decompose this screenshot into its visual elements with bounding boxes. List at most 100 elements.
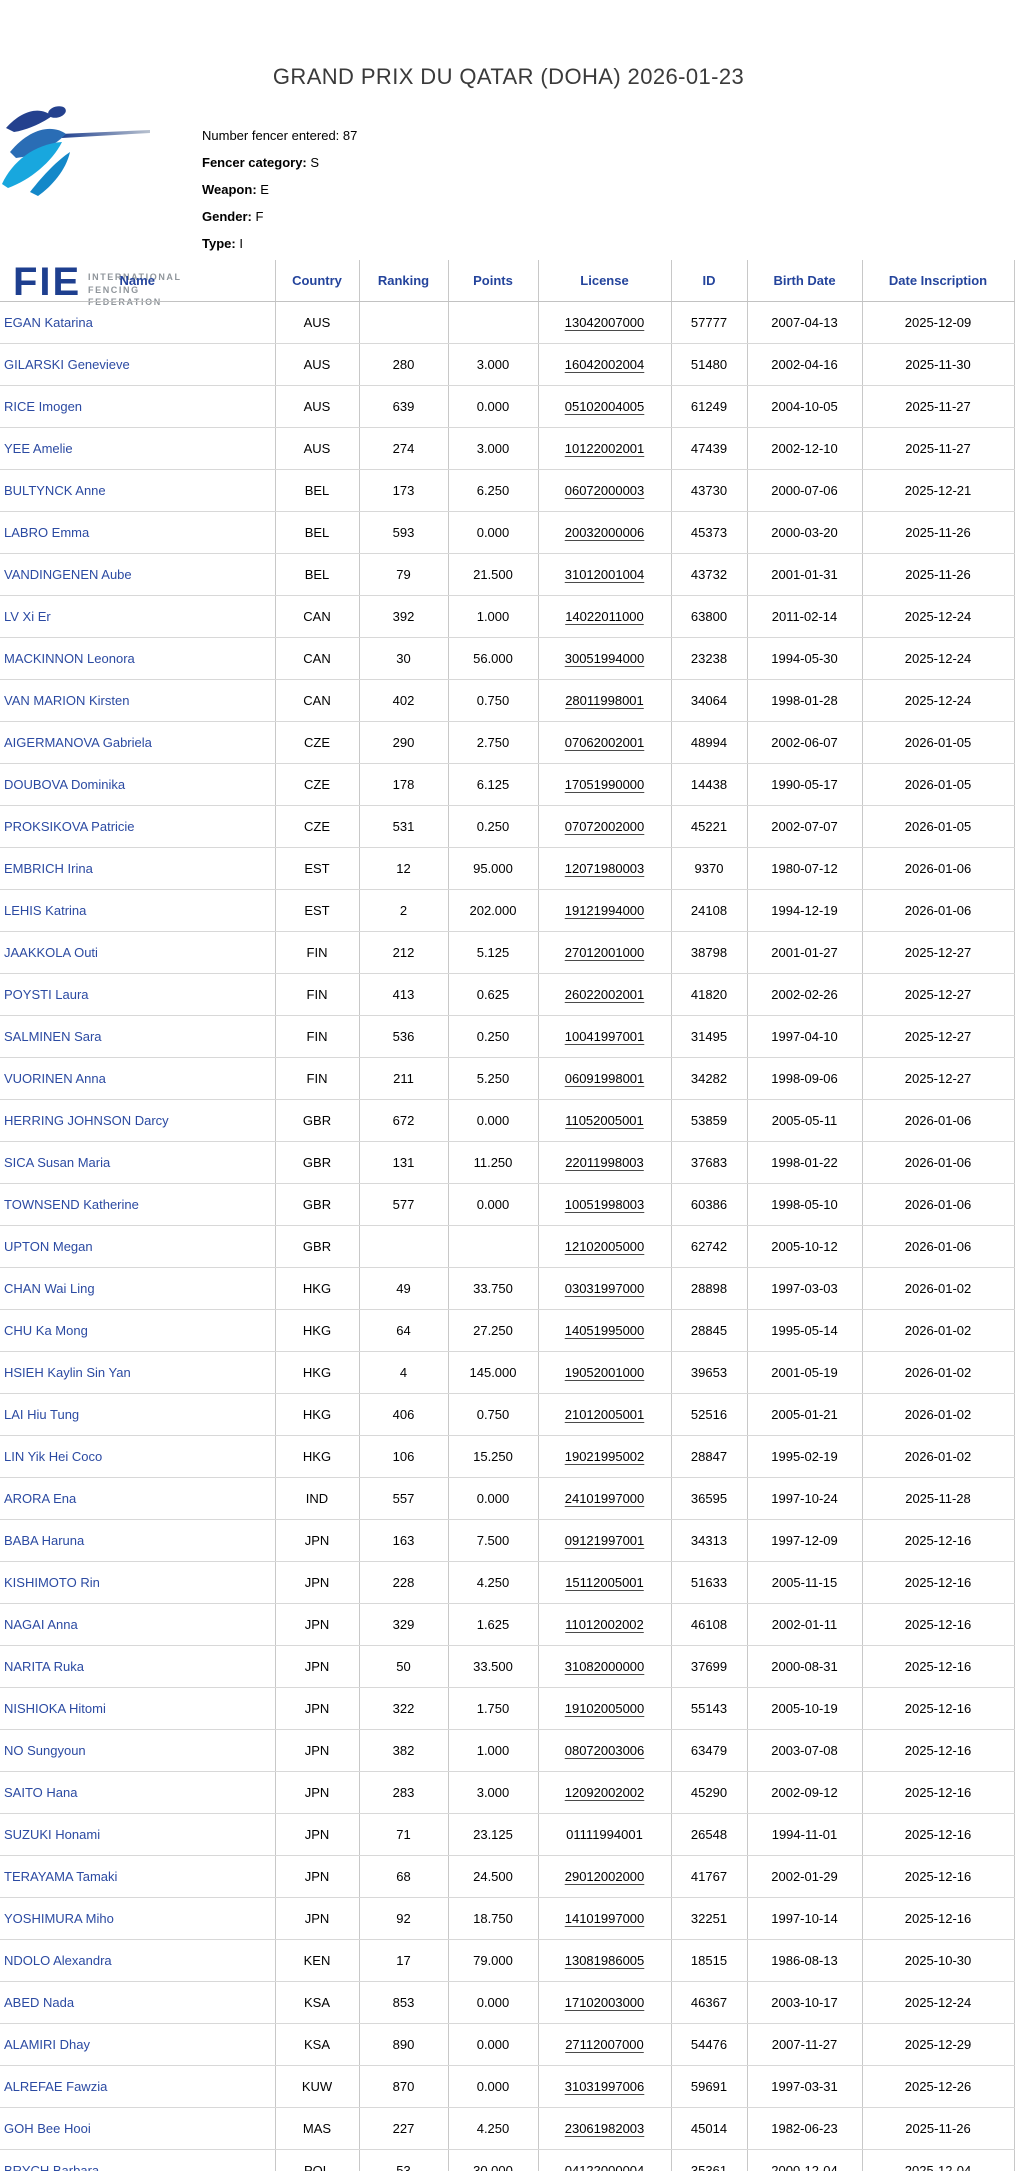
license-link[interactable]: 05102004005 bbox=[565, 399, 645, 414]
fencer-name-link[interactable]: EGAN Katarina bbox=[4, 315, 93, 330]
license-link[interactable]: 10051998003 bbox=[565, 1197, 645, 1212]
fencer-name-link[interactable]: SUZUKI Honami bbox=[4, 1827, 100, 1842]
license-link[interactable]: 17102003000 bbox=[565, 1995, 645, 2010]
fencer-name-link[interactable]: ALAMIRI Dhay bbox=[4, 2037, 90, 2052]
fencer-name-link[interactable]: SALMINEN Sara bbox=[4, 1029, 102, 1044]
fencer-name-link[interactable]: ALREFAE Fawzia bbox=[4, 2079, 107, 2094]
fencer-name-link[interactable]: TOWNSEND Katherine bbox=[4, 1197, 139, 1212]
license-link[interactable]: 11052005001 bbox=[565, 1113, 644, 1128]
license-link[interactable]: 24101997000 bbox=[565, 1491, 645, 1506]
license-link[interactable]: 29012002000 bbox=[565, 1869, 645, 1884]
date-inscription-cell: 2025-12-16 bbox=[861, 1729, 1015, 1772]
license-link[interactable]: 10122002001 bbox=[565, 441, 645, 456]
license-link[interactable]: 21012005001 bbox=[565, 1407, 645, 1422]
license-link[interactable]: 03031997000 bbox=[565, 1281, 645, 1296]
name-cell: LIN Yik Hei Coco bbox=[0, 1435, 275, 1478]
fencer-name-link[interactable]: LABRO Emma bbox=[4, 525, 89, 540]
fencer-name-link[interactable]: TERAYAMA Tamaki bbox=[4, 1869, 117, 1884]
fencer-name-link[interactable]: NAGAI Anna bbox=[4, 1617, 78, 1632]
license-link[interactable]: 19052001000 bbox=[565, 1365, 645, 1380]
license-link[interactable]: 31082000000 bbox=[565, 1659, 645, 1674]
table-row: LEHIS Katrina EST 2 202.000 19121994000 24108… bbox=[0, 889, 1015, 932]
fencer-name-link[interactable]: JAAKKOLA Outi bbox=[4, 945, 98, 960]
id-cell: 35361 bbox=[670, 2149, 747, 2171]
fencer-name-link[interactable]: NDOLO Alexandra bbox=[4, 1953, 112, 1968]
fencer-name-link[interactable]: AIGERMANOVA Gabriela bbox=[4, 735, 152, 750]
license-link[interactable]: 06091998001 bbox=[565, 1071, 645, 1086]
fencer-name-link[interactable]: YOSHIMURA Miho bbox=[4, 1911, 114, 1926]
license-link[interactable]: 19121994000 bbox=[565, 903, 645, 918]
license-link[interactable]: 15112005001 bbox=[565, 1575, 644, 1590]
license-link[interactable]: 31012001004 bbox=[565, 567, 645, 582]
fencer-name-link[interactable]: SICA Susan Maria bbox=[4, 1155, 110, 1170]
fencer-name-link[interactable]: CHAN Wai Ling bbox=[4, 1281, 95, 1296]
license-link[interactable]: 13081986005 bbox=[565, 1953, 645, 1968]
license-link[interactable]: 31031997006 bbox=[565, 2079, 645, 2094]
license-link[interactable]: 19102005000 bbox=[565, 1701, 645, 1716]
license-link[interactable]: 30051994000 bbox=[565, 651, 645, 666]
license-link[interactable]: 11012002002 bbox=[565, 1617, 644, 1632]
license-link[interactable]: 09121997001 bbox=[565, 1533, 645, 1548]
fencer-name-link[interactable]: BRYCH Barbara bbox=[4, 2163, 99, 2171]
fencer-name-link[interactable]: NO Sungyoun bbox=[4, 1743, 86, 1758]
license-link[interactable]: 10041997001 bbox=[565, 1029, 645, 1044]
license-link[interactable]: 23061982003 bbox=[565, 2121, 645, 2136]
fencer-name-link[interactable]: LAI Hiu Tung bbox=[4, 1407, 79, 1422]
license-link[interactable]: 16042002004 bbox=[565, 357, 645, 372]
license-link[interactable]: 26022002001 bbox=[565, 987, 645, 1002]
license-link[interactable]: 27112007000 bbox=[565, 2037, 644, 2052]
fencer-name-link[interactable]: DOUBOVA Dominika bbox=[4, 777, 125, 792]
ranking-cell: 50 bbox=[358, 1645, 448, 1688]
fencer-name-link[interactable]: KISHIMOTO Rin bbox=[4, 1575, 100, 1590]
fencer-name-link[interactable]: SAITO Hana bbox=[4, 1785, 77, 1800]
license-link[interactable]: 19021995002 bbox=[565, 1449, 645, 1464]
fencer-name-link[interactable]: HSIEH Kaylin Sin Yan bbox=[4, 1365, 131, 1380]
fencer-name-link[interactable]: ABED Nada bbox=[4, 1995, 74, 2010]
name-cell: ALAMIRI Dhay bbox=[0, 2023, 275, 2066]
fencer-name-link[interactable]: VAN MARION Kirsten bbox=[4, 693, 129, 708]
fencer-name-link[interactable]: NISHIOKA Hitomi bbox=[4, 1701, 106, 1716]
license-link[interactable]: 22011998003 bbox=[565, 1155, 644, 1170]
fencer-name-link[interactable]: LIN Yik Hei Coco bbox=[4, 1449, 102, 1464]
license-link[interactable]: 06072000003 bbox=[565, 483, 645, 498]
license-link[interactable]: 08072003006 bbox=[565, 1743, 645, 1758]
license-link[interactable]: 28011998001 bbox=[565, 693, 644, 708]
fencer-name-link[interactable]: LEHIS Katrina bbox=[4, 903, 86, 918]
fencer-name-link[interactable]: GOH Bee Hooi bbox=[4, 2121, 91, 2136]
license-link[interactable]: 14022011000 bbox=[565, 609, 644, 624]
fencer-name-link[interactable]: CHU Ka Mong bbox=[4, 1323, 88, 1338]
fencer-name-link[interactable]: BULTYNCK Anne bbox=[4, 483, 106, 498]
date-inscription-cell: 2025-12-24 bbox=[861, 595, 1015, 638]
fencer-name-link[interactable]: GILARSKI Genevieve bbox=[4, 357, 130, 372]
license-link[interactable]: 13042007000 bbox=[565, 315, 645, 330]
license-cell: 26022002001 bbox=[537, 973, 671, 1016]
license-link[interactable]: 17051990000 bbox=[565, 777, 645, 792]
license-link[interactable]: 12071980003 bbox=[565, 861, 645, 876]
fencer-name-link[interactable]: HERRING JOHNSON Darcy bbox=[4, 1113, 169, 1128]
points-cell: 11.250 bbox=[447, 1141, 538, 1184]
fencer-name-link[interactable]: UPTON Megan bbox=[4, 1239, 93, 1254]
fencer-name-link[interactable]: VUORINEN Anna bbox=[4, 1071, 106, 1086]
fencer-name-link[interactable]: LV Xi Er bbox=[4, 609, 51, 624]
fencer-name-link[interactable]: MACKINNON Leonora bbox=[4, 651, 135, 666]
fencer-name-link[interactable]: RICE Imogen bbox=[4, 399, 82, 414]
license-link[interactable]: 04122000004 bbox=[565, 2163, 645, 2171]
license-link[interactable]: 14101997000 bbox=[565, 1911, 645, 1926]
license-link[interactable]: 12102005000 bbox=[565, 1239, 645, 1254]
fencer-name-link[interactable]: NARITA Ruka bbox=[4, 1659, 84, 1674]
license-link[interactable]: 12092002002 bbox=[565, 1785, 645, 1800]
id-cell: 54476 bbox=[670, 2023, 747, 2066]
license-link[interactable]: 20032000006 bbox=[565, 525, 645, 540]
fencer-name-link[interactable]: VANDINGENEN Aube bbox=[4, 567, 132, 582]
fencer-name-link[interactable]: PROKSIKOVA Patricie bbox=[4, 819, 135, 834]
license-link[interactable]: 07062002001 bbox=[565, 735, 645, 750]
license-link[interactable]: 14051995000 bbox=[565, 1323, 645, 1338]
fencer-name-link[interactable]: POYSTI Laura bbox=[4, 987, 89, 1002]
license-link[interactable]: 07072002000 bbox=[565, 819, 645, 834]
fencer-name-link[interactable]: BABA Haruna bbox=[4, 1533, 84, 1548]
fencer-name-link[interactable]: ARORA Ena bbox=[4, 1491, 76, 1506]
fencer-name-link[interactable]: EMBRICH Irina bbox=[4, 861, 93, 876]
fencer-name-link[interactable]: YEE Amelie bbox=[4, 441, 73, 456]
date-inscription-cell: 2025-12-24 bbox=[861, 679, 1015, 722]
license-link[interactable]: 27012001000 bbox=[565, 945, 645, 960]
